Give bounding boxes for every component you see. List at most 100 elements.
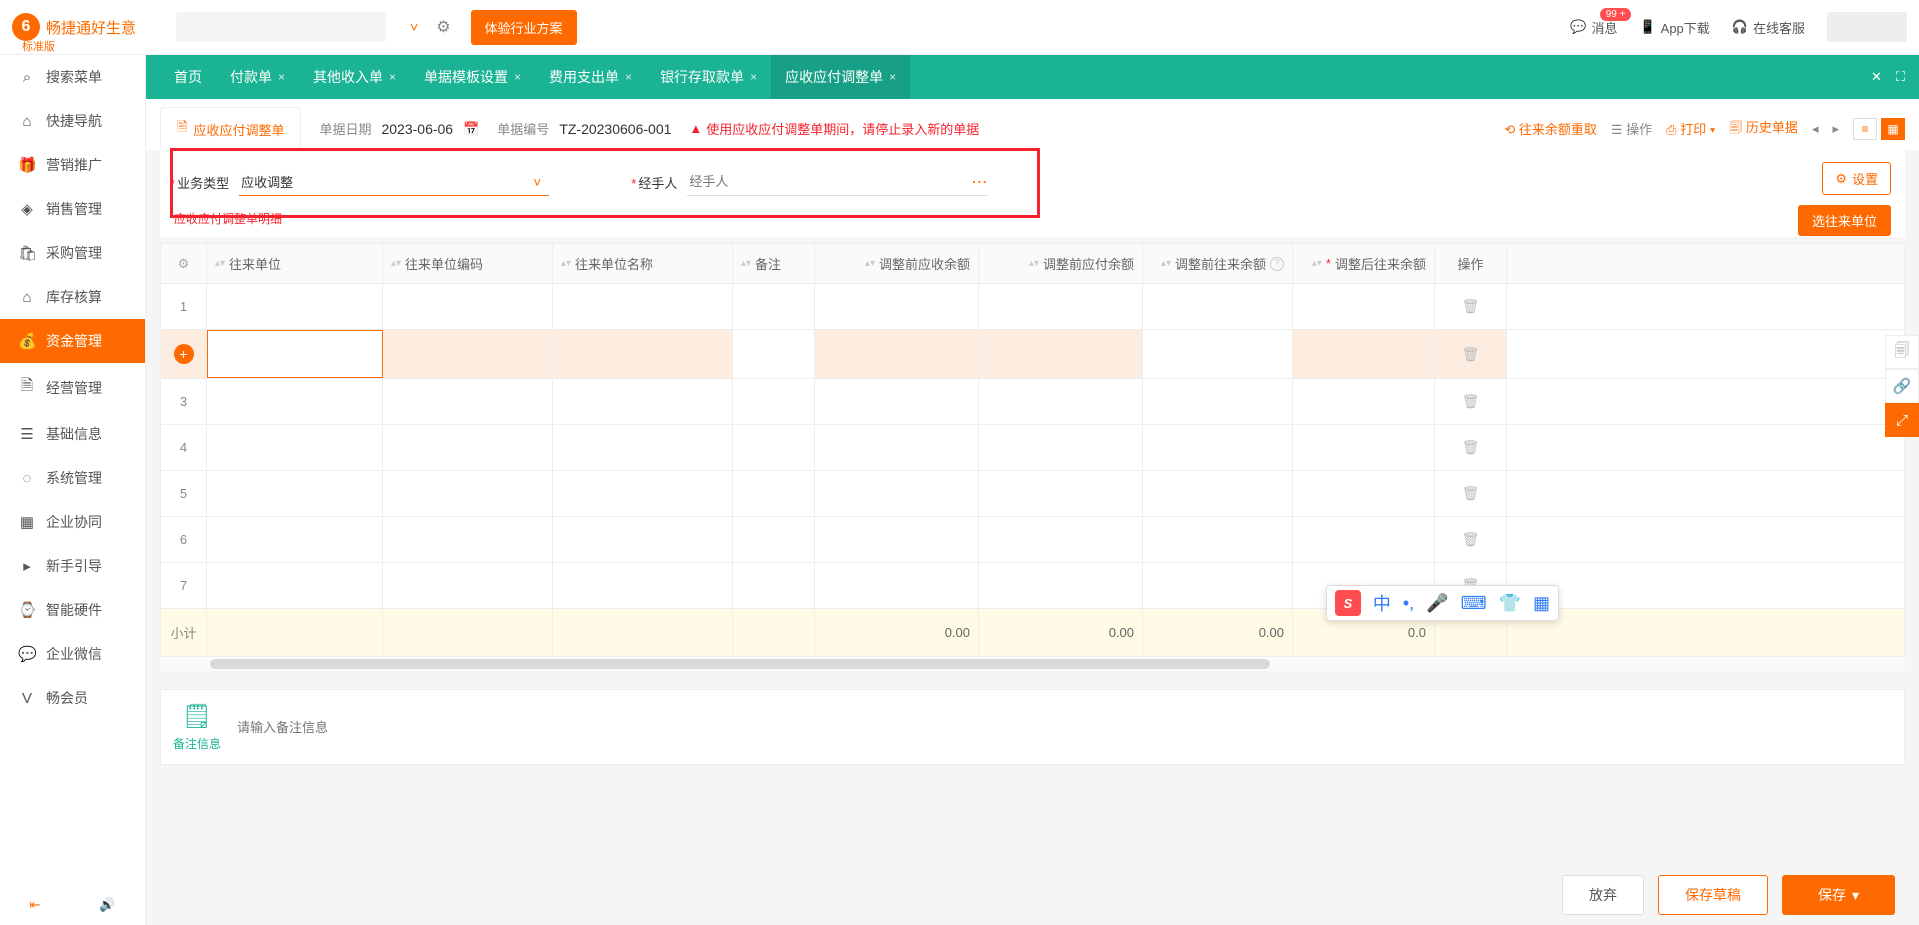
trash-icon[interactable]: 🗑	[1462, 298, 1480, 315]
cell-remark[interactable]	[733, 330, 815, 378]
sidebar-item-9[interactable]: ◌系统管理	[0, 456, 145, 500]
cell-a1[interactable]	[815, 517, 979, 562]
close-icon[interactable]: ×	[514, 70, 521, 84]
trash-icon[interactable]: 🗑	[1462, 439, 1480, 456]
ime-mic-icon[interactable]: 🎤	[1426, 593, 1448, 614]
table-row[interactable]: 4🗑	[161, 425, 1904, 471]
cell-code[interactable]	[383, 517, 553, 562]
horizontal-scrollbar[interactable]	[160, 657, 1905, 671]
gear-icon[interactable]: ⚙	[436, 17, 450, 37]
cell-a3[interactable]	[1143, 563, 1293, 608]
discard-button[interactable]: 放弃	[1562, 875, 1644, 915]
remarks-input[interactable]	[237, 720, 1892, 735]
next-icon[interactable]: ▸	[1832, 121, 1839, 137]
close-icon[interactable]: ×	[625, 70, 632, 84]
company-selector[interactable]	[176, 12, 386, 42]
rail-note-icon[interactable]: 🗐	[1885, 335, 1919, 369]
cell-unit[interactable]	[207, 563, 383, 608]
history-link[interactable]: 🗐 历史单据	[1729, 117, 1798, 141]
cell-code[interactable]	[383, 379, 553, 424]
fullscreen-icon[interactable]: ⛶	[1896, 69, 1905, 85]
cell-remark[interactable]	[733, 517, 815, 562]
trash-icon[interactable]: 🗑	[1462, 485, 1480, 502]
cell-code[interactable]	[383, 425, 553, 470]
cell-name[interactable]	[553, 330, 733, 378]
tab-0[interactable]: 首页	[160, 55, 216, 99]
chevron-down-icon[interactable]: ˅	[533, 174, 541, 190]
close-icon[interactable]: ×	[278, 70, 285, 84]
rail-expand-icon[interactable]: ⤢	[1885, 403, 1919, 437]
cell-a2[interactable]	[979, 471, 1143, 516]
document-title-tab[interactable]: 🗎 应收应付调整单	[160, 107, 301, 150]
cell-code[interactable]	[383, 330, 553, 378]
cell-name[interactable]	[553, 563, 733, 608]
cell-unit[interactable]	[207, 517, 383, 562]
sidebar-item-11[interactable]: ▸新手引导	[0, 544, 145, 588]
save-button[interactable]: 保存▾	[1782, 875, 1895, 915]
messages-link[interactable]: 💬 消息 99 +	[1570, 18, 1617, 37]
help-icon[interactable]: ?	[1270, 257, 1284, 271]
cell-remark[interactable]	[733, 379, 815, 424]
cell-a4[interactable]	[1293, 471, 1435, 516]
cell-a1[interactable]	[815, 284, 979, 329]
try-industry-button[interactable]: 体验行业方案	[471, 10, 577, 45]
collapse-icon[interactable]: ⇤	[29, 897, 40, 913]
cell-name[interactable]	[553, 471, 733, 516]
tab-3[interactable]: 单据模板设置×	[410, 55, 535, 99]
cell-a3[interactable]	[1143, 330, 1293, 378]
cell-a4[interactable]	[1293, 284, 1435, 329]
cell-unit[interactable]	[207, 330, 383, 378]
grid-config-icon[interactable]: ⚙	[161, 244, 207, 283]
ime-keyboard-icon[interactable]: ⌨	[1461, 593, 1487, 614]
cell-a4[interactable]	[1293, 425, 1435, 470]
sidebar-item-12[interactable]: ⌚智能硬件	[0, 588, 145, 632]
cell-a2[interactable]	[979, 379, 1143, 424]
cell-a2[interactable]	[979, 425, 1143, 470]
sidebar-item-2[interactable]: 🎁营销推广	[0, 143, 145, 187]
cell-a2[interactable]	[979, 517, 1143, 562]
cell-code[interactable]	[383, 471, 553, 516]
ime-toolbar[interactable]: S 中 •, 🎤 ⌨ 👕 ▦	[1326, 585, 1559, 621]
tab-6[interactable]: 应收应付调整单×	[771, 55, 910, 99]
add-row-icon[interactable]: +	[174, 344, 194, 364]
table-row[interactable]: 5🗑	[161, 471, 1904, 517]
sidebar-item-1[interactable]: ⌂快捷导航	[0, 99, 145, 143]
chevron-down-icon[interactable]: ˅	[410, 19, 418, 35]
cell-a1[interactable]	[815, 563, 979, 608]
cell-code[interactable]	[383, 563, 553, 608]
col-code[interactable]: 往来单位编码	[405, 254, 483, 273]
sidebar-item-7[interactable]: 🗎经营管理	[0, 363, 145, 412]
cell-a1[interactable]	[815, 471, 979, 516]
sidebar-item-4[interactable]: 🛍采购管理	[0, 231, 145, 275]
col-a3[interactable]: 调整前往来余额	[1175, 254, 1266, 273]
trash-icon[interactable]: 🗑	[1462, 393, 1480, 410]
cell-a3[interactable]	[1143, 379, 1293, 424]
cell-a4[interactable]	[1293, 330, 1435, 378]
more-icon[interactable]: ⋯	[971, 172, 989, 192]
select-unit-button[interactable]: 选往来单位	[1798, 205, 1891, 236]
cell-remark[interactable]	[733, 425, 815, 470]
sidebar-item-6[interactable]: 💰资金管理	[0, 319, 145, 363]
view-grid-button[interactable]: ▦	[1881, 118, 1905, 140]
ime-lang-label[interactable]: 中	[1373, 590, 1391, 616]
sidebar-item-10[interactable]: ▦企业协同	[0, 500, 145, 544]
online-service-link[interactable]: 🎧 在线客服	[1732, 18, 1805, 37]
sidebar-item-14[interactable]: V畅会员	[0, 676, 145, 720]
sidebar-item-13[interactable]: 💬企业微信	[0, 632, 145, 676]
cell-name[interactable]	[553, 284, 733, 329]
operate-link[interactable]: ☰ 操作	[1611, 119, 1652, 138]
col-a1[interactable]: 调整前应收余额	[879, 254, 970, 273]
col-a2[interactable]: 调整前应付余额	[1043, 254, 1134, 273]
cell-name[interactable]	[553, 425, 733, 470]
sidebar-item-3[interactable]: ◈销售管理	[0, 187, 145, 231]
cell-unit[interactable]	[207, 425, 383, 470]
close-icon[interactable]: ×	[389, 70, 396, 84]
biz-type-input[interactable]	[239, 168, 549, 196]
close-icon[interactable]: ×	[889, 70, 896, 84]
cell-a3[interactable]	[1143, 471, 1293, 516]
cell-a1[interactable]	[815, 379, 979, 424]
cell-remark[interactable]	[733, 563, 815, 608]
cell-a2[interactable]	[979, 563, 1143, 608]
table-row[interactable]: 3🗑	[161, 379, 1904, 425]
tab-5[interactable]: 银行存取款单×	[646, 55, 771, 99]
